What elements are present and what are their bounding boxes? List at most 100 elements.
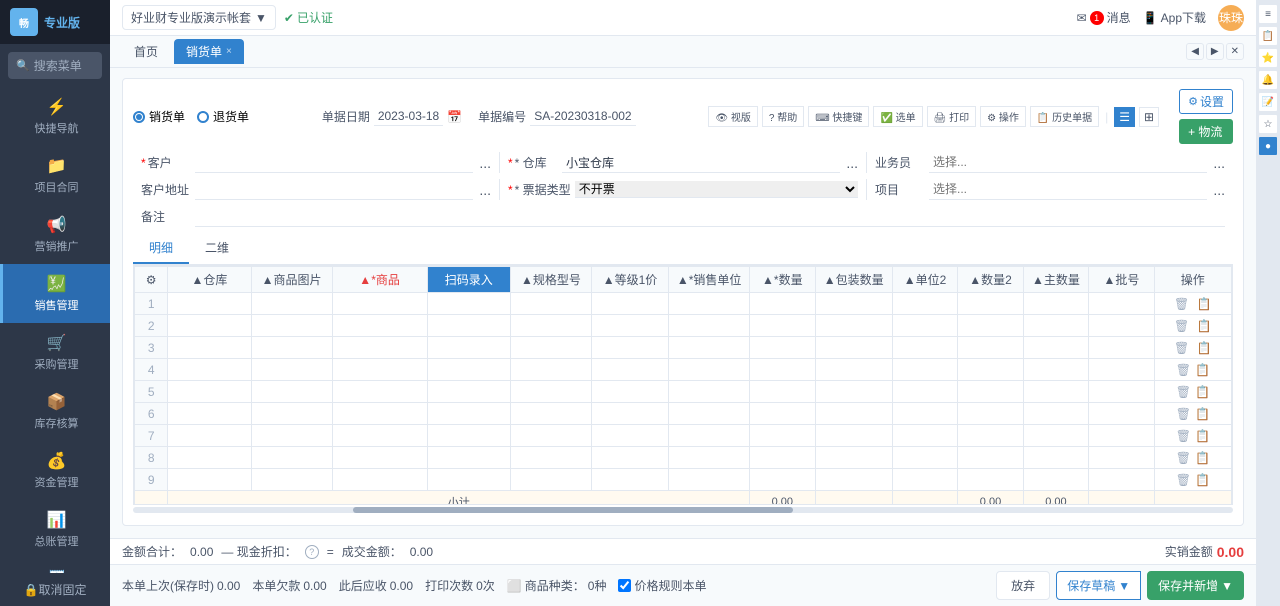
sub-tab-2d[interactable]: 二维 [189, 233, 245, 264]
add-logistics-button[interactable]: + 物流 [1179, 119, 1233, 144]
row-3-unit2[interactable] [892, 337, 957, 359]
row-2-warehouse[interactable] [168, 315, 251, 337]
row-3-copy-button[interactable]: 📋 [1195, 341, 1214, 355]
th-product[interactable]: ▲*商品 [332, 267, 427, 293]
th-sales-unit[interactable]: ▲*销售单位 [669, 267, 750, 293]
user-avatar[interactable]: 珠珠 [1218, 5, 1244, 31]
row-9-delete-button[interactable]: 🗑 [1174, 473, 1193, 487]
row-5-delete-button[interactable]: 🗑 [1174, 385, 1193, 399]
address-input[interactable] [195, 179, 473, 200]
row-1-copy-button[interactable]: 📋 [1195, 297, 1214, 311]
view-button[interactable]: 👁 视版 [708, 106, 757, 127]
row-1-price1[interactable] [591, 293, 668, 315]
right-panel-btn-6[interactable]: ☆ [1258, 114, 1278, 134]
row-2-copy-button[interactable]: 📋 [1195, 319, 1214, 333]
app-download-button[interactable]: 📱 App下载 [1143, 9, 1206, 26]
print-button[interactable]: 🖨 打印 [927, 106, 976, 127]
row-2-batch[interactable] [1089, 315, 1154, 337]
sidebar-item-funds[interactable]: 💰 资金管理 [0, 441, 110, 500]
history-button[interactable]: 📋 历史单据 [1030, 106, 1099, 127]
row-3-batch[interactable] [1089, 337, 1154, 359]
horizontal-scrollbar[interactable] [133, 507, 1233, 513]
row-3-price1[interactable] [591, 337, 668, 359]
customer-input[interactable] [195, 152, 473, 173]
th-warehouse[interactable]: ▲仓库 [168, 267, 251, 293]
row-3-spec[interactable] [510, 337, 591, 359]
row-3-delete-button[interactable]: 🗑 [1172, 341, 1191, 355]
price-check-checkbox[interactable]: 价格规则本单 [618, 577, 706, 594]
radio-return-order[interactable]: 退货单 [197, 108, 249, 125]
row-5-copy-button[interactable]: 📋 [1193, 385, 1212, 399]
radio-sales-order[interactable]: 销货单 [133, 108, 185, 125]
row-1-spec[interactable] [510, 293, 591, 315]
row-8-delete-button[interactable]: 🗑 [1174, 451, 1193, 465]
price-check-input[interactable] [618, 579, 631, 592]
row-3-quantity[interactable] [750, 337, 815, 359]
grid-view-button[interactable]: ⊞ [1139, 107, 1159, 127]
row-2-product[interactable] [332, 315, 427, 337]
save-draft-button[interactable]: 保存草稿 ▼ [1056, 571, 1141, 600]
right-panel-btn-5[interactable]: 📝 [1258, 92, 1278, 112]
row-3-qty2[interactable] [958, 337, 1023, 359]
row-3-scan[interactable] [427, 337, 510, 359]
th-settings[interactable]: ⚙ [135, 267, 168, 293]
row-6-delete-button[interactable]: 🗑 [1174, 407, 1193, 421]
tab-close-icon[interactable]: × [226, 46, 232, 57]
operations-button[interactable]: ⚙ 操作 [980, 106, 1026, 127]
row-1-scan[interactable] [427, 293, 510, 315]
staff-dots[interactable]: ... [1213, 155, 1225, 171]
project-dots[interactable]: ... [1213, 182, 1225, 198]
tab-next-button[interactable]: ▶ [1206, 43, 1224, 60]
note-input[interactable] [195, 206, 1225, 227]
setup-button[interactable]: ⚙ 设置 [1179, 89, 1233, 114]
row-2-sales-unit[interactable] [669, 315, 750, 337]
row-7-copy-button[interactable]: 📋 [1193, 429, 1212, 443]
invoice-select[interactable]: 不开票 增值税普通发票 增值税专用发票 [575, 181, 858, 198]
th-product-img[interactable]: ▲商品图片 [251, 267, 332, 293]
row-2-pack-qty[interactable] [815, 315, 892, 337]
th-price1[interactable]: ▲等级1价 [591, 267, 668, 293]
row-1-sales-unit[interactable] [669, 293, 750, 315]
row-2-delete-button[interactable]: 🗑 [1172, 319, 1191, 333]
sidebar-item-marketing[interactable]: 📢 营销推广 [0, 205, 110, 264]
th-qty2[interactable]: ▲数量2 [958, 267, 1023, 293]
row-3-pack-qty[interactable] [815, 337, 892, 359]
row-3-sales-unit[interactable] [669, 337, 750, 359]
row-1-product[interactable] [332, 293, 427, 315]
th-quantity[interactable]: ▲*数量 [750, 267, 815, 293]
search-menu-button[interactable]: 🔍 搜索菜单 [8, 52, 102, 79]
help-button[interactable]: ? 帮助 [762, 106, 804, 127]
message-button[interactable]: ✉ 1 消息 [1077, 9, 1131, 26]
warehouse-input[interactable] [562, 152, 840, 173]
right-panel-btn-2[interactable]: 📋 [1258, 26, 1278, 46]
tab-home[interactable]: 首页 [122, 39, 170, 64]
th-scan[interactable]: 扫码录入 [427, 267, 510, 293]
tab-prev-button[interactable]: ◀ [1186, 43, 1204, 60]
right-panel-btn-7[interactable]: ● [1258, 136, 1278, 156]
row-2-qty2[interactable] [958, 315, 1023, 337]
calendar-icon[interactable]: 📅 [447, 110, 462, 124]
row-1-delete-button[interactable]: 🗑 [1172, 297, 1191, 311]
sidebar-item-sales[interactable]: 💹 销售管理 [0, 264, 110, 323]
row-1-quantity[interactable] [750, 293, 815, 315]
row-2-main-qty[interactable] [1023, 315, 1088, 337]
row-7-delete-button[interactable]: 🗑 [1174, 429, 1193, 443]
save-new-button[interactable]: 保存并新增 ▼ [1147, 571, 1244, 600]
row-1-pack-qty[interactable] [815, 293, 892, 315]
row-2-price1[interactable] [591, 315, 668, 337]
row-1-product-img[interactable] [251, 293, 332, 315]
row-4-copy-button[interactable]: 📋 [1193, 363, 1212, 377]
customer-dots[interactable]: ... [479, 155, 491, 171]
th-unit2[interactable]: ▲单位2 [892, 267, 957, 293]
sub-tab-detail[interactable]: 明细 [133, 233, 189, 264]
row-2-product-img[interactable] [251, 315, 332, 337]
shortcut-button[interactable]: ⌨ 快捷键 [808, 106, 869, 127]
warehouse-dots[interactable]: ... [846, 155, 858, 171]
sidebar-item-project-contract[interactable]: 📁 项目合同 [0, 146, 110, 205]
th-batch[interactable]: ▲批号 [1089, 267, 1154, 293]
row-2-quantity[interactable] [750, 315, 815, 337]
row-6-copy-button[interactable]: 📋 [1193, 407, 1212, 421]
row-2-scan[interactable] [427, 315, 510, 337]
right-panel-btn-1[interactable]: ≡ [1258, 4, 1278, 24]
row-1-unit2[interactable] [892, 293, 957, 315]
